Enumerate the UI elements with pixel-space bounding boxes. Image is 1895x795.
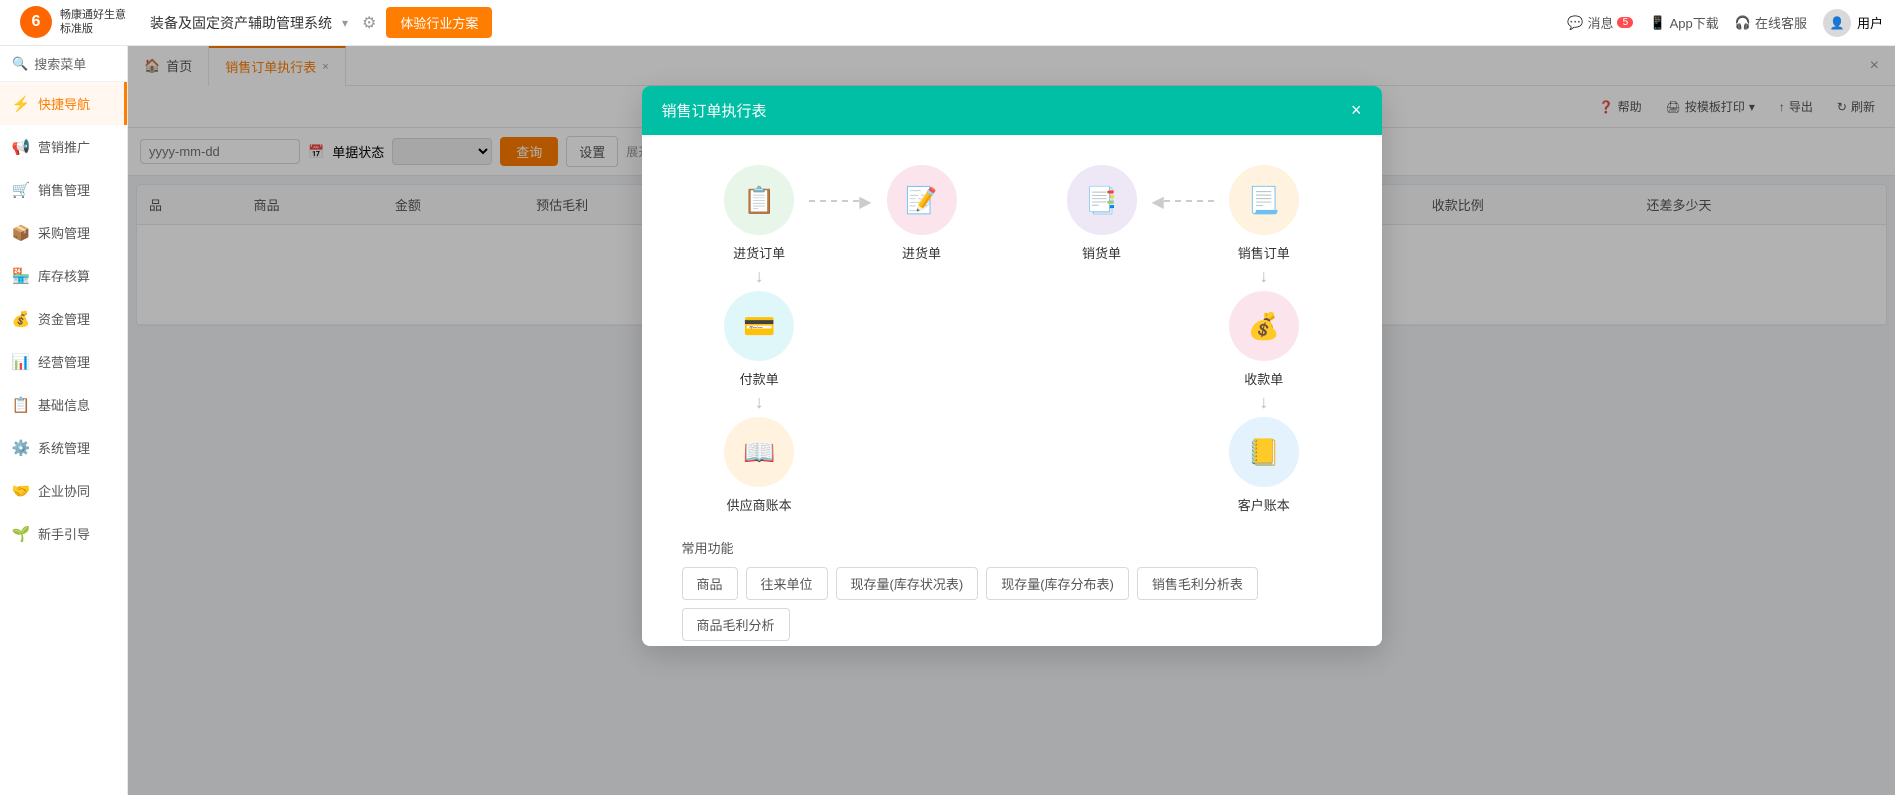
sidebar-item-marketing[interactable]: 📢 营销推广 — [0, 125, 127, 168]
flow-node-purchase-order[interactable]: 📋 进货订单 — [709, 165, 809, 262]
sidebar-item-system[interactable]: ⚙️ 系统管理 — [0, 426, 127, 469]
arrow-h-1: ▶ — [809, 165, 871, 212]
func-btn-stock-status[interactable]: 现存量(库存状况表) — [836, 567, 979, 600]
avatar: 👤 — [1823, 9, 1851, 37]
search-icon: 🔍 — [12, 56, 28, 72]
flow-node-payment[interactable]: 💳 付款单 — [709, 291, 809, 388]
receipt-label: 收款单 — [1244, 369, 1283, 388]
user-info[interactable]: 👤 用户 — [1823, 9, 1883, 37]
supplier-ledger-circle: 📖 — [724, 417, 794, 487]
system-icon: ⚙️ — [12, 439, 30, 457]
payment-label: 付款单 — [740, 369, 779, 388]
modal-header: 销售订单执行表 × — [642, 86, 1382, 135]
sidebar-item-finance[interactable]: 💰 资金管理 — [0, 297, 127, 340]
modal-body: 📋 进货订单 ↓ 💳 付款单 ↓ — [642, 135, 1382, 646]
purchase-bill-circle: 📝 — [887, 165, 957, 235]
sales-order-circle: 📃 — [1229, 165, 1299, 235]
message-icon: 💬 — [1567, 15, 1583, 31]
flow-node-sales-order[interactable]: 📃 销售订单 — [1214, 165, 1314, 262]
flow-diagram: 📋 进货订单 ↓ 💳 付款单 ↓ — [682, 165, 1342, 514]
purchase-bill-label: 进货单 — [902, 243, 941, 262]
func-btn-stock-dist[interactable]: 现存量(库存分布表) — [986, 567, 1129, 600]
top-bar-right: 💬 消息 5 📱 App下载 🎧 在线客服 👤 用户 — [1567, 9, 1883, 37]
flow-node-supplier-ledger[interactable]: 📖 供应商账本 — [709, 417, 809, 514]
settings-icon[interactable]: ⚙ — [362, 13, 376, 33]
online-service-item[interactable]: 🎧 在线客服 — [1735, 13, 1807, 32]
arrow-down-1: ↓ — [755, 266, 764, 287]
logo-area: 6 畅康通好生意 标准版 — [12, 0, 140, 47]
message-item[interactable]: 💬 消息 5 — [1567, 13, 1633, 32]
flow-right-col: 📃 销售订单 ↓ 💰 收款单 ↓ 📒 客户账本 — [1214, 165, 1314, 514]
sidebar-item-newbie[interactable]: 🌱 新手引导 — [0, 512, 127, 555]
phone-icon: 📱 — [1649, 15, 1665, 31]
customer-ledger-circle: 📒 — [1229, 417, 1299, 487]
flow-node-sales-bill[interactable]: 📑 销货单 — [1052, 165, 1152, 262]
modal: 销售订单执行表 × 📋 进货订单 ↓ — [642, 86, 1382, 646]
func-btn-goods[interactable]: 商品 — [682, 567, 738, 600]
sales-bill-circle: 📑 — [1067, 165, 1137, 235]
common-functions-title: 常用功能 — [682, 538, 1342, 557]
arrow-down-3: ↓ — [1259, 266, 1268, 287]
purchase-order-circle: 📋 — [724, 165, 794, 235]
marketing-icon: 📢 — [12, 138, 30, 156]
payment-circle: 💳 — [724, 291, 794, 361]
inventory-icon: 🏪 — [12, 267, 30, 285]
sidebar-item-quick-nav[interactable]: ⚡ 快捷导航 — [0, 82, 127, 125]
sidebar-item-enterprise[interactable]: 🤝 企业协同 — [0, 469, 127, 512]
arrow-h-2: ◀ — [1152, 165, 1214, 212]
sidebar-item-purchase[interactable]: 📦 采购管理 — [0, 211, 127, 254]
enterprise-icon: 🤝 — [12, 482, 30, 500]
logo-icon: 6 — [20, 6, 52, 38]
flow-node-customer-ledger[interactable]: 📒 客户账本 — [1214, 417, 1314, 514]
purchase-order-label: 进货订单 — [733, 243, 785, 262]
modal-close-button[interactable]: × — [1351, 100, 1362, 121]
quick-nav-icon: ⚡ — [12, 95, 30, 113]
func-buttons: 商品 往来单位 现存量(库存状况表) 现存量(库存分布表) 销售毛利分析表 商品… — [682, 567, 1342, 641]
flow-mid-left-col: 📝 进货单 — [872, 165, 972, 262]
flow-node-purchase-bill[interactable]: 📝 进货单 — [872, 165, 972, 262]
dropdown-arrow-icon[interactable]: ▾ — [342, 16, 348, 30]
sidebar-item-operation[interactable]: 📊 经营管理 — [0, 340, 127, 383]
sidebar: 🔍 搜索菜单 ⚡ 快捷导航 📢 营销推广 🛒 销售管理 📦 采购管理 🏪 — [0, 46, 128, 795]
customer-ledger-label: 客户账本 — [1238, 495, 1290, 514]
sales-icon: 🛒 — [12, 181, 30, 199]
func-btn-goods-gross[interactable]: 商品毛利分析 — [682, 608, 790, 641]
newbie-icon: 🌱 — [12, 525, 30, 543]
top-bar: 6 畅康通好生意 标准版 装备及固定资产辅助管理系统 ▾ ⚙ 体验行业方案 💬 … — [0, 0, 1895, 46]
arrow-down-4: ↓ — [1259, 392, 1268, 413]
app-container: 6 畅康通好生意 标准版 装备及固定资产辅助管理系统 ▾ ⚙ 体验行业方案 💬 … — [0, 0, 1895, 795]
receipt-circle: 💰 — [1229, 291, 1299, 361]
basic-icon: 📋 — [12, 396, 30, 414]
system-title: 装备及固定资产辅助管理系统 — [150, 13, 332, 33]
modal-overlay: 销售订单执行表 × 📋 进货订单 ↓ — [128, 46, 1895, 795]
app-download-item[interactable]: 📱 App下载 — [1649, 13, 1718, 32]
func-btn-sales-gross[interactable]: 销售毛利分析表 — [1137, 567, 1258, 600]
sidebar-item-inventory[interactable]: 🏪 库存核算 — [0, 254, 127, 297]
finance-icon: 💰 — [12, 310, 30, 328]
operation-icon: 📊 — [12, 353, 30, 371]
flow-mid-right-col: 📑 销货单 — [1052, 165, 1152, 262]
modal-title: 销售订单执行表 — [662, 100, 767, 121]
sales-bill-label: 销货单 — [1082, 243, 1121, 262]
logo-text: 畅康通好生意 标准版 — [60, 8, 126, 37]
sidebar-item-sales[interactable]: 🛒 销售管理 — [0, 168, 127, 211]
arrow-down-2: ↓ — [755, 392, 764, 413]
service-icon: 🎧 — [1735, 15, 1751, 31]
flow-left-col: 📋 进货订单 ↓ 💳 付款单 ↓ — [709, 165, 809, 514]
message-badge: 5 — [1617, 17, 1633, 28]
sales-order-label: 销售订单 — [1238, 243, 1290, 262]
common-functions: 常用功能 商品 往来单位 现存量(库存状况表) 现存量(库存分布表) 销售毛利分… — [682, 538, 1342, 646]
sidebar-item-basic[interactable]: 📋 基础信息 — [0, 383, 127, 426]
func-btn-counterpart[interactable]: 往来单位 — [746, 567, 828, 600]
trial-button[interactable]: 体验行业方案 — [386, 7, 492, 38]
sidebar-search[interactable]: 🔍 搜索菜单 — [0, 46, 127, 82]
supplier-ledger-label: 供应商账本 — [727, 495, 792, 514]
flow-node-receipt[interactable]: 💰 收款单 — [1214, 291, 1314, 388]
purchase-icon: 📦 — [12, 224, 30, 242]
